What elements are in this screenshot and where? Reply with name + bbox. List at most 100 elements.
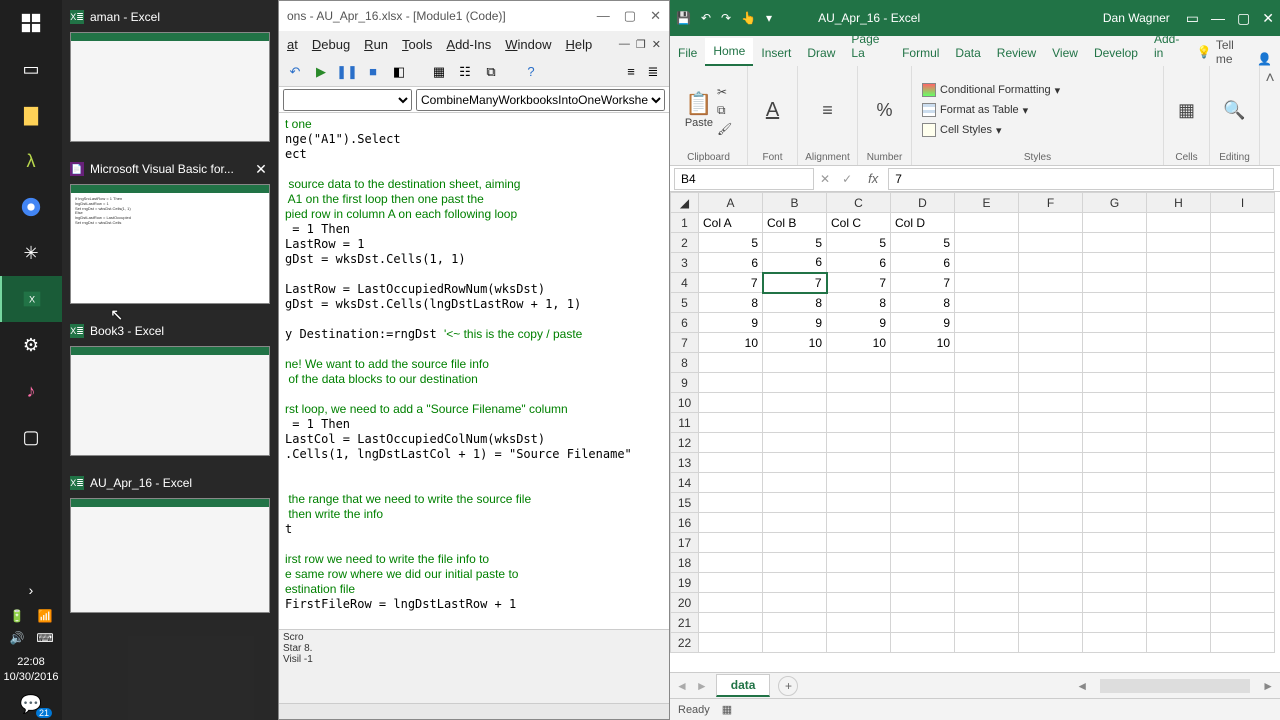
battery-icon[interactable]: 🔋	[3, 605, 31, 627]
ribbon-options-icon[interactable]: ▭	[1186, 10, 1199, 27]
cell[interactable]	[763, 393, 827, 413]
number-format-icon[interactable]: %	[876, 100, 892, 121]
cell[interactable]	[955, 393, 1019, 413]
cell[interactable]: Col A	[699, 213, 763, 233]
column-header[interactable]: F	[1019, 193, 1083, 213]
ribbon-tab[interactable]: Page La	[843, 26, 894, 66]
cell[interactable]	[1083, 533, 1147, 553]
cell[interactable]	[955, 333, 1019, 353]
menu-item[interactable]: at	[287, 37, 298, 52]
cell[interactable]	[763, 573, 827, 593]
cell[interactable]	[891, 433, 955, 453]
sheet-nav-prev-icon[interactable]: ◄	[676, 679, 688, 693]
cell[interactable]	[891, 413, 955, 433]
row-header[interactable]: 21	[671, 613, 699, 633]
cell[interactable]	[1211, 273, 1275, 293]
cell[interactable]	[1083, 413, 1147, 433]
close-thumbnail-icon[interactable]: ✕	[252, 161, 270, 178]
help-icon[interactable]: ?	[521, 62, 541, 82]
cell[interactable]	[827, 353, 891, 373]
cell[interactable]	[1019, 593, 1083, 613]
cell[interactable]: 6	[699, 253, 763, 273]
ribbon-tab[interactable]: View	[1044, 40, 1086, 66]
cell[interactable]	[1211, 573, 1275, 593]
close-icon[interactable]: ✕	[1262, 10, 1274, 27]
cell[interactable]	[1019, 233, 1083, 253]
cell[interactable]	[763, 533, 827, 553]
column-header[interactable]: A	[699, 193, 763, 213]
minimize-icon[interactable]: —	[597, 8, 610, 24]
cell[interactable]	[1083, 253, 1147, 273]
format-painter-icon[interactable]: 🖌	[717, 122, 732, 136]
cell[interactable]: 10	[763, 333, 827, 353]
cell[interactable]	[1211, 493, 1275, 513]
cell[interactable]	[1211, 333, 1275, 353]
cell[interactable]	[699, 433, 763, 453]
mdi-close-icon[interactable]: ✕	[652, 38, 661, 51]
cell[interactable]	[1147, 633, 1211, 653]
column-header[interactable]: G	[1083, 193, 1147, 213]
cell[interactable]: Col D	[891, 213, 955, 233]
cell[interactable]	[955, 513, 1019, 533]
cell[interactable]	[1147, 513, 1211, 533]
cell[interactable]	[763, 353, 827, 373]
cell[interactable]	[955, 233, 1019, 253]
mdi-restore-icon[interactable]: ❐	[636, 38, 646, 51]
font-icon[interactable]: A	[766, 99, 779, 122]
cell[interactable]	[1147, 273, 1211, 293]
share-icon[interactable]: 👤	[1249, 52, 1280, 66]
settings-gear-icon[interactable]: ✳	[0, 230, 62, 276]
cell[interactable]: 6	[827, 253, 891, 273]
design-mode-icon[interactable]: ◧	[389, 62, 409, 82]
cell[interactable]: Col B	[763, 213, 827, 233]
cell[interactable]	[1083, 393, 1147, 413]
cell[interactable]: 9	[699, 313, 763, 333]
cell[interactable]	[1147, 213, 1211, 233]
cell[interactable]	[1019, 573, 1083, 593]
cell[interactable]: 5	[763, 233, 827, 253]
cell[interactable]	[1147, 353, 1211, 373]
cell[interactable]	[1083, 593, 1147, 613]
cell[interactable]: 8	[699, 293, 763, 313]
cell[interactable]	[955, 313, 1019, 333]
cell[interactable]	[955, 213, 1019, 233]
cell[interactable]	[1019, 513, 1083, 533]
cell[interactable]	[763, 473, 827, 493]
cell[interactable]	[1083, 473, 1147, 493]
cell[interactable]	[1211, 533, 1275, 553]
cells-icon[interactable]: ▦	[1178, 100, 1195, 121]
outdent-icon[interactable]: ≡	[621, 62, 641, 82]
cell[interactable]	[1083, 293, 1147, 313]
cell[interactable]	[827, 633, 891, 653]
cell[interactable]	[763, 593, 827, 613]
cell[interactable]	[1083, 313, 1147, 333]
cell[interactable]	[955, 553, 1019, 573]
cell[interactable]	[699, 633, 763, 653]
cell[interactable]	[955, 573, 1019, 593]
ribbon-tab[interactable]: Insert	[753, 40, 799, 66]
cell[interactable]	[1019, 533, 1083, 553]
worksheet-grid[interactable]: ◢ABCDEFGHI1Col ACol BCol CCol D255553666…	[670, 192, 1280, 672]
cell[interactable]	[827, 573, 891, 593]
cell[interactable]	[1019, 473, 1083, 493]
start-button[interactable]	[0, 0, 62, 46]
select-all-corner[interactable]: ◢	[671, 193, 699, 213]
cell[interactable]	[1147, 393, 1211, 413]
indent-icon[interactable]: ≣	[643, 62, 663, 82]
mdi-minimize-icon[interactable]: —	[619, 38, 630, 51]
task-thumbnail[interactable]: X≣AU_Apr_16 - Excel	[62, 466, 278, 623]
horizontal-scrollbar[interactable]	[1100, 679, 1250, 693]
cell[interactable]	[699, 533, 763, 553]
cell[interactable]	[1147, 493, 1211, 513]
row-header[interactable]: 11	[671, 413, 699, 433]
stop-icon[interactable]: ■	[363, 62, 383, 82]
action-center-icon[interactable]: 💬21	[0, 688, 62, 720]
cell[interactable]	[891, 493, 955, 513]
cell[interactable]	[1019, 493, 1083, 513]
cell[interactable]	[1147, 573, 1211, 593]
cell[interactable]	[891, 613, 955, 633]
cell[interactable]	[827, 373, 891, 393]
ribbon-tab[interactable]: Data	[947, 40, 988, 66]
row-header[interactable]: 20	[671, 593, 699, 613]
row-header[interactable]: 8	[671, 353, 699, 373]
